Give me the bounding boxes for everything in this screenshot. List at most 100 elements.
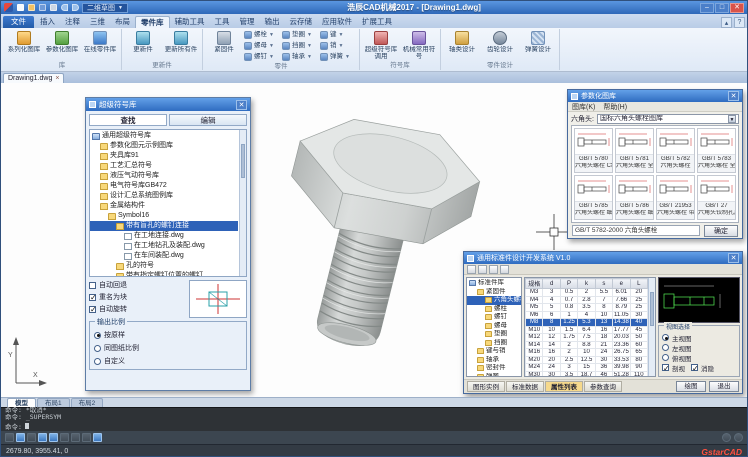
ribbon-button[interactable]: 紧固件 <box>206 30 242 61</box>
view-radio-option[interactable]: 左视图 <box>662 343 736 352</box>
ribbon-button[interactable]: 齿轮设计 <box>482 30 518 61</box>
draw-option-checkbox[interactable]: 剖视 <box>662 363 685 372</box>
tree-item[interactable]: 螺钉 <box>467 313 521 322</box>
model-space-toggle[interactable] <box>93 433 102 442</box>
ribbon-tab[interactable]: 布局 <box>110 16 135 28</box>
clean-screen-icon[interactable] <box>734 433 743 442</box>
layout-tab[interactable]: 布局1 <box>37 398 70 407</box>
parts-tree[interactable]: 标准件库 紧固件 六角头螺栓 螺柱 螺钉 <box>466 277 522 377</box>
menu-item[interactable]: 帮助(H) <box>603 102 627 112</box>
tree-item[interactable]: 螺母 <box>467 322 521 331</box>
dialog-bottom-tab[interactable]: 标准数据 <box>506 381 544 392</box>
open-icon[interactable] <box>467 265 476 274</box>
refresh-icon[interactable] <box>489 265 498 274</box>
ribbon-tab[interactable]: 三维 <box>85 16 110 28</box>
dialog-bottom-tab[interactable]: 属性列表 <box>545 381 583 392</box>
tree-item[interactable]: 紧固件 <box>467 288 521 297</box>
ribbon-button[interactable]: 轴承 ▼ <box>282 52 318 62</box>
tree-item[interactable]: 孔的符号 <box>90 261 238 271</box>
quick-access-button[interactable] <box>15 3 25 13</box>
dialog-close-icon[interactable]: ✕ <box>728 253 739 263</box>
ribbon-tab[interactable]: 云存储 <box>285 16 318 28</box>
ribbon-tab[interactable]: 应用软件 <box>317 16 357 28</box>
tree-item[interactable]: 通用超级符号库 <box>90 131 238 141</box>
osnap-toggle[interactable] <box>49 433 58 442</box>
dialog-titlebar[interactable]: 参数化图库 ✕ <box>568 90 742 102</box>
save-icon[interactable] <box>478 265 487 274</box>
window-minimize-button[interactable]: – <box>700 3 714 13</box>
tree-item[interactable]: 金属结构件 <box>90 201 238 211</box>
library-thumbnail[interactable]: GB/T 5786 六角头螺栓 细牙全螺纹 <box>615 175 654 220</box>
settings-icon[interactable] <box>500 265 509 274</box>
ribbon-tab[interactable]: 工具 <box>210 16 235 28</box>
ribbon-button[interactable]: 挡圈 ▼ <box>282 41 318 51</box>
ok-button[interactable]: 确定 <box>704 225 738 237</box>
table-row[interactable]: M55 0.83.5 88.79 25 <box>526 304 648 312</box>
table-row[interactable]: M1212 1.757.5 1820.03 50 <box>526 334 648 342</box>
palette-option-checkbox[interactable]: 自动旋转 <box>89 304 185 314</box>
table-row[interactable]: M1010 1.56.4 1617.77 45 <box>526 326 648 334</box>
library-thumbnail[interactable]: GB/T 27 六角头铰制孔用螺栓 <box>697 175 736 220</box>
quick-access-button[interactable] <box>37 3 47 13</box>
doc-tab-close-icon[interactable]: × <box>55 74 59 83</box>
exit-button[interactable]: 退出 <box>709 381 739 392</box>
window-maximize-button[interactable]: □ <box>715 3 729 13</box>
table-row[interactable]: M3030 3.518.7 4651.28 110 <box>526 371 648 377</box>
dialog-bottom-tab[interactable]: 参数查询 <box>584 381 622 392</box>
table-row[interactable]: M1616 210 2426.75 65 <box>526 349 648 357</box>
ribbon-button[interactable]: 在线零件库 <box>82 30 118 61</box>
table-scrollbar[interactable] <box>648 278 655 376</box>
tree-item[interactable]: 弹簧 <box>467 373 521 378</box>
ribbon-tab[interactable]: 注释 <box>60 16 85 28</box>
library-thumbnail[interactable]: GB/T 21953 六角头螺栓 带孔 <box>656 175 695 220</box>
doc-tab[interactable]: Drawing1.dwg × <box>3 73 64 83</box>
ribbon-button[interactable]: 超级符号库调用 <box>363 30 399 61</box>
palette-tab[interactable]: 查找 <box>89 114 167 126</box>
drawing-canvas[interactable]: Y X 超级符号库 ✕ 查找编辑 通用超级符号库 <box>1 83 747 397</box>
tree-item[interactable]: Symbol16 <box>90 211 238 221</box>
library-thumbnail[interactable]: GB/T 5785 六角头螺栓 细牙 <box>574 175 613 220</box>
quick-access-button[interactable] <box>48 3 58 13</box>
workspace-select[interactable]: 二维草图 ▼ <box>82 3 128 13</box>
ribbon-tab[interactable]: 管理 <box>235 16 260 28</box>
view-radio-option[interactable]: 俯视图 <box>662 353 736 362</box>
tree-item[interactable]: 设计汇总系统图例库 <box>90 191 238 201</box>
draw-button[interactable]: 绘图 <box>676 381 706 392</box>
otrack-toggle[interactable] <box>60 433 69 442</box>
symbol-tree[interactable]: 通用超级符号库 参数化图元示例图库 夹具库91 工艺汇总符号 液 <box>89 129 247 277</box>
cloud-icon[interactable] <box>722 433 731 442</box>
table-row[interactable]: M66 14 1011.05 30 <box>526 311 648 319</box>
quick-access-button[interactable] <box>59 3 69 13</box>
tree-item[interactable]: 夹具库91 <box>90 151 238 161</box>
ribbon-button[interactable]: 更新件 <box>125 30 161 61</box>
size-table[interactable]: 规格dPkseL M33 0.52 5.56.01 20 M44 0.72.8 … <box>524 277 656 377</box>
ribbon-button[interactable]: 轴类设计 <box>444 30 480 61</box>
layout-tab[interactable]: 布局2 <box>71 398 104 407</box>
tree-item[interactable]: 标准件库 <box>467 279 521 288</box>
category-select[interactable]: 国标六角头螺栓图库 ▼ <box>597 114 739 124</box>
quick-access-button[interactable] <box>26 3 36 13</box>
quick-access-button[interactable] <box>70 3 80 13</box>
tree-item[interactable]: 在工地钻孔及装配.dwg <box>90 241 238 251</box>
library-thumbnail[interactable]: GB/T 5781 六角头螺栓 全螺纹 <box>615 128 654 173</box>
layout-tab[interactable]: 模型 <box>7 398 36 407</box>
ribbon-button[interactable]: 参数化图库 <box>44 30 80 61</box>
ribbon-tab[interactable]: 零件库 <box>135 16 170 28</box>
tree-item[interactable]: 六角头螺栓 <box>467 296 521 305</box>
tree-item[interactable]: 在车间装配.dwg <box>90 251 238 261</box>
table-row[interactable]: M2020 2.512.5 3033.53 80 <box>526 356 648 364</box>
draw-option-checkbox[interactable]: 消隐 <box>691 363 714 372</box>
ribbon-button[interactable]: 弹簧 ▼ <box>320 52 356 62</box>
ribbon-button[interactable]: 键 ▼ <box>320 30 356 40</box>
ribbon-button[interactable]: 更新所有件 <box>163 30 199 61</box>
ribbon-button[interactable]: 螺钉 ▼ <box>244 52 280 62</box>
palette-option-checkbox[interactable]: 自动回退 <box>89 280 185 290</box>
table-row[interactable]: M2424 315 3639.98 90 <box>526 364 648 372</box>
tree-item[interactable]: 螺柱 <box>467 305 521 314</box>
view-radio-option[interactable]: 主视图 <box>662 333 736 342</box>
table-row[interactable]: M33 0.52 5.56.01 20 <box>526 289 648 297</box>
tree-item[interactable]: 带有盲孔的螺钉连接 <box>90 221 238 231</box>
table-row[interactable]: M88 1.255.3 1314.38 40 <box>526 319 648 327</box>
ribbon-button[interactable]: 销 ▼ <box>320 41 356 51</box>
menu-item[interactable]: 图库(K) <box>572 102 595 112</box>
